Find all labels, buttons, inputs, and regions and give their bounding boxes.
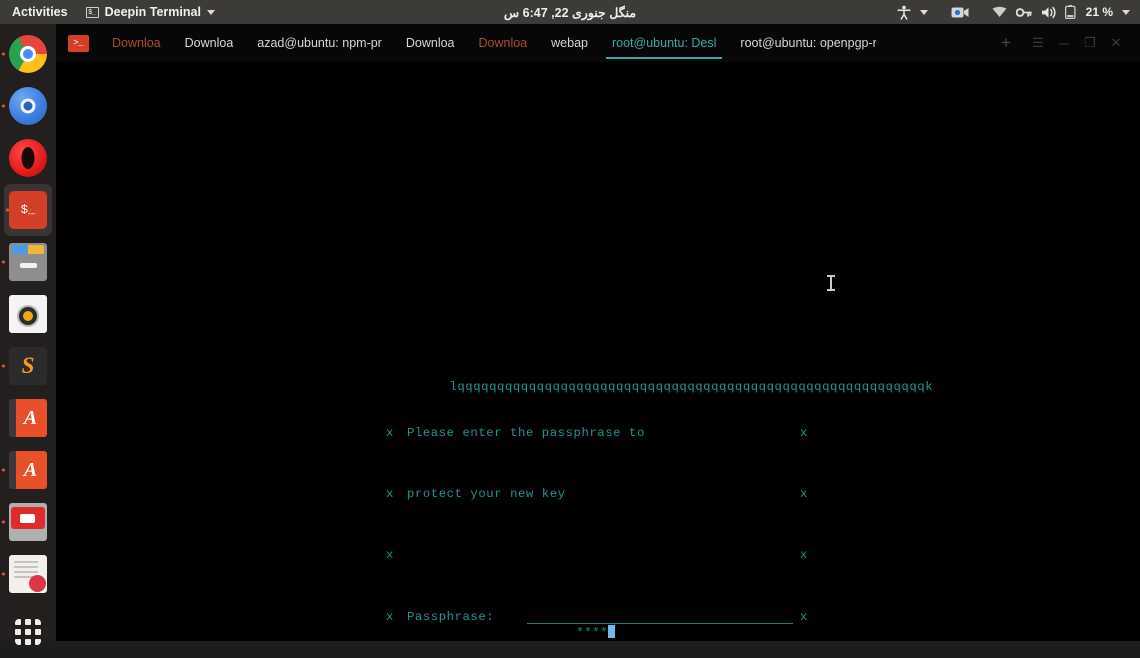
- tab-downloa-2[interactable]: Downloa: [173, 24, 246, 62]
- tab-list: Downloa Downloa azad@ubuntu: npm-pr Down…: [100, 24, 986, 62]
- tab-downloa-4[interactable]: Downloa: [467, 24, 540, 62]
- system-tray: 21 %: [897, 0, 1136, 24]
- terminal-tab-bar: >_ Downloa Downloa azad@ubuntu: npm-pr D…: [56, 24, 1140, 62]
- chevron-down-icon[interactable]: [919, 9, 928, 15]
- activities-button[interactable]: Activities: [0, 0, 78, 24]
- dialog-border-right: x: [800, 609, 808, 624]
- app-grid-icon: [15, 619, 41, 645]
- dock-item-pdf-editor[interactable]: A: [0, 444, 56, 496]
- maximize-button[interactable]: ❐: [1078, 31, 1102, 55]
- terminal-icon: $_: [85, 6, 99, 18]
- terminal-icon: >_: [67, 34, 89, 52]
- tab-downloa-1[interactable]: Downloa: [100, 24, 173, 62]
- show-applications-button[interactable]: [0, 606, 56, 658]
- wifi-icon[interactable]: [992, 6, 1007, 18]
- dialog-message-line-2: protect your new key: [407, 487, 566, 502]
- passphrase-dialog: lqqqqqqqqqqqqqqqqqqqqqqqqqqqqqqqqqqqqqqq…: [386, 319, 933, 641]
- gnome-top-bar: Activities $_ Deepin Terminal منگل جنوری…: [0, 0, 1140, 24]
- dialog-border-left: x: [386, 487, 394, 502]
- tab-azad-ubuntu-npm-pr[interactable]: azad@ubuntu: npm-pr: [245, 24, 394, 62]
- tab-label: Downloa: [112, 36, 161, 50]
- dock-item-terminal[interactable]: $_: [4, 184, 52, 236]
- dialog-passphrase-row: x Passphrase: **** x: [386, 609, 933, 640]
- deepin-terminal-window: >_ Downloa Downloa azad@ubuntu: npm-pr D…: [56, 24, 1140, 641]
- dialog-message-line-1: Please enter the passphrase to: [407, 426, 645, 441]
- tab-label: Downloa: [478, 36, 528, 50]
- terminal-icon: $_: [9, 191, 47, 229]
- tab-root-ubuntu-openpgp-revoke[interactable]: root@ubuntu: openpgp-rev: [728, 24, 888, 62]
- pdf-icon: A: [9, 451, 47, 489]
- chromium-icon: [9, 87, 47, 125]
- tab-root-ubuntu-desktop[interactable]: root@ubuntu: Desl: [600, 24, 728, 62]
- new-tab-button[interactable]: +: [986, 24, 1026, 62]
- dialog-border-left: x: [386, 548, 394, 563]
- dock-item-screen-recorder[interactable]: [0, 496, 56, 548]
- app-menu-label: Deepin Terminal: [104, 5, 201, 19]
- dock-item-google-chrome[interactable]: [0, 28, 56, 80]
- dock-item-notes[interactable]: [0, 548, 56, 600]
- dialog-border-right: x: [800, 548, 808, 563]
- terminal-window-icon: >_: [56, 24, 100, 62]
- dialog-message-row-1: x Please enter the passphrase to x: [386, 426, 933, 441]
- screencast-recording-icon[interactable]: [951, 6, 969, 19]
- app-menu-button[interactable]: $_ Deepin Terminal: [78, 0, 223, 24]
- dialog-border-right: x: [800, 487, 808, 502]
- chrome-icon: [9, 35, 47, 73]
- passphrase-input-underline: [527, 622, 793, 624]
- clock-label[interactable]: منگل جنوری 22, 6:47 س: [504, 5, 636, 20]
- plus-icon: +: [1001, 33, 1011, 52]
- tab-downloa-3[interactable]: Downloa: [394, 24, 467, 62]
- minimize-icon: ─: [1059, 35, 1069, 51]
- dock-item-files[interactable]: [0, 236, 56, 288]
- close-icon: ✕: [1110, 35, 1122, 50]
- dock-item-sublime-text[interactable]: S: [0, 340, 56, 392]
- rhythmbox-icon: [9, 295, 47, 333]
- dialog-message-row-2: x protect your new key x: [386, 487, 933, 502]
- close-button[interactable]: ✕: [1104, 31, 1128, 55]
- dock-item-rhythmbox[interactable]: [0, 288, 56, 340]
- dialog-border-right: x: [800, 426, 808, 441]
- files-icon: [9, 243, 47, 281]
- dialog-top-border: lqqqqqqqqqqqqqqqqqqqqqqqqqqqqqqqqqqqqqqq…: [386, 365, 933, 394]
- battery-icon[interactable]: [1064, 5, 1076, 19]
- tab-webap[interactable]: webap: [539, 24, 600, 62]
- chevron-down-icon[interactable]: [1122, 9, 1130, 15]
- chevron-down-icon: [206, 9, 215, 15]
- pdf-icon: A: [9, 399, 47, 437]
- dialog-border-left: x: [386, 609, 394, 624]
- passphrase-input[interactable]: ****: [497, 610, 616, 641]
- dialog-top-border-text: lqqqqqqqqqqqqqqqqqqqqqqqqqqqqqqqqqqqqqqq…: [449, 380, 934, 395]
- tab-label: webap: [551, 36, 588, 50]
- window-controls: ☰ ─ ❐ ✕: [1026, 24, 1140, 62]
- hamburger-icon: ☰: [1032, 35, 1044, 50]
- tab-label: Downloa: [184, 36, 234, 50]
- hamburger-menu-button[interactable]: ☰: [1026, 31, 1050, 55]
- dock-item-opera[interactable]: [0, 132, 56, 184]
- key-icon[interactable]: [1015, 7, 1032, 18]
- volume-icon[interactable]: [1041, 6, 1056, 19]
- ubuntu-dock: $_ S A A: [0, 24, 56, 645]
- activities-label: Activities: [12, 5, 68, 19]
- notes-icon: [9, 555, 47, 593]
- dock-item-chromium[interactable]: [0, 80, 56, 132]
- opera-icon: [9, 139, 47, 177]
- terminal-screen[interactable]: lqqqqqqqqqqqqqqqqqqqqqqqqqqqqqqqqqqqqqqq…: [56, 62, 1140, 641]
- passphrase-masked-value: ****: [576, 625, 609, 640]
- battery-percentage-label: 21 %: [1085, 5, 1113, 19]
- tab-label: root@ubuntu: Desl: [611, 36, 717, 50]
- mouse-ibeam-cursor: [827, 275, 835, 291]
- maximize-icon: ❐: [1084, 35, 1096, 50]
- tab-label: root@ubuntu: openpgp-rev: [740, 36, 877, 50]
- sublime-icon: S: [9, 347, 47, 385]
- accessibility-icon[interactable]: [897, 5, 911, 20]
- dock-item-pdf-reader[interactable]: A: [0, 392, 56, 444]
- dialog-spacer-row-1: x x: [386, 548, 933, 563]
- recorder-icon: [9, 503, 47, 541]
- tab-label: Downloa: [405, 36, 455, 50]
- tab-label: azad@ubuntu: npm-pr: [257, 36, 382, 50]
- text-cursor: [608, 624, 616, 638]
- dialog-border-left: x: [386, 426, 394, 441]
- minimize-button[interactable]: ─: [1052, 31, 1076, 55]
- passphrase-label: Passphrase:: [407, 609, 495, 624]
